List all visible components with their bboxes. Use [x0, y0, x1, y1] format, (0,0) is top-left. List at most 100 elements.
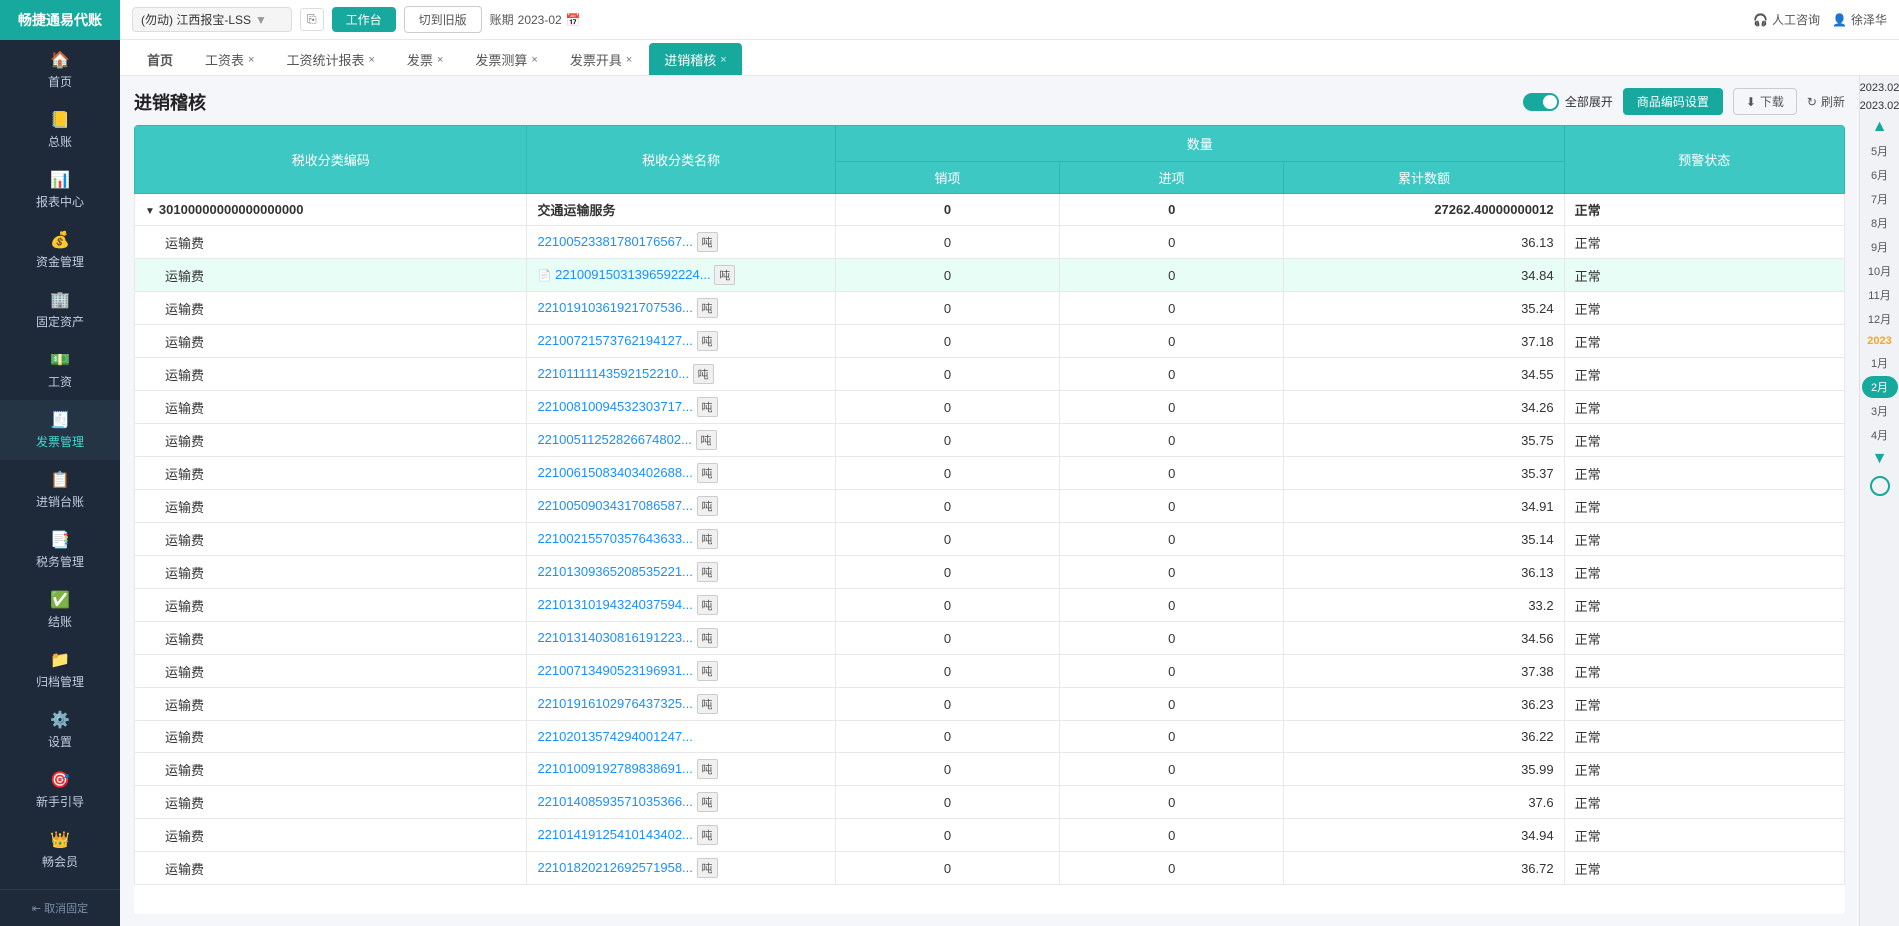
item-cumulative-cell: 34.84 — [1284, 259, 1564, 292]
item-purchase-cell: 0 — [1060, 556, 1284, 589]
item-status-cell: 正常 — [1564, 589, 1844, 622]
table-row[interactable]: 运输费 22101309365208535221... 吨 0 0 36.13 … — [135, 556, 1845, 589]
table-row[interactable]: 运输费 22102013574294001247... 0 0 36.22 正常 — [135, 721, 1845, 753]
panel-month-4[interactable]: 4月 — [1862, 424, 1898, 446]
sidebar-item-purchase-sales[interactable]: 📋 进销台账 — [0, 460, 120, 520]
sidebar-item-home[interactable]: 🏠 首页 — [0, 40, 120, 100]
item-cumulative-cell: 34.94 — [1284, 819, 1564, 852]
company-selector[interactable]: (勿动) 江西报宝-LSS ▼ — [132, 7, 292, 32]
support-link[interactable]: 🎧 人工咨询 — [1753, 11, 1820, 28]
sidebar-item-purchase-sales-label: 进销台账 — [36, 493, 84, 510]
sidebar-item-funds-label: 资金管理 — [36, 253, 84, 270]
sidebar-item-archive-label: 归档管理 — [36, 673, 84, 690]
item-name-cell: 运输费 — [135, 358, 527, 391]
tab-purchase-sales-check-close[interactable]: × — [720, 54, 726, 66]
sidebar-item-assets[interactable]: 🏢 固定资产 — [0, 280, 120, 340]
table-row[interactable]: 运输费 22101310194324037594... 吨 0 0 33.2 正… — [135, 589, 1845, 622]
panel-month-5[interactable]: 5月 — [1862, 140, 1898, 162]
sidebar-item-invoice-mgmt[interactable]: 🧾 发票管理 — [0, 400, 120, 460]
sidebar-item-vip[interactable]: 👑 畅会员 — [0, 820, 120, 880]
item-name-cell: 运输费 — [135, 688, 527, 721]
goods-setting-button[interactable]: 商品编码设置 — [1623, 88, 1723, 115]
sidebar-item-tax[interactable]: 📑 税务管理 — [0, 520, 120, 580]
download-button[interactable]: ⬇ 下载 — [1733, 88, 1797, 115]
panel-month-6[interactable]: 6月 — [1862, 164, 1898, 186]
item-purchase-cell: 0 — [1060, 655, 1284, 688]
item-invoice-cell: 22101314030816191223... 吨 — [527, 622, 835, 655]
table-row[interactable]: 运输费 22101111143592152210... 吨 0 0 34.55 … — [135, 358, 1845, 391]
item-status-cell: 正常 — [1564, 391, 1844, 424]
tab-invoice-calc-close[interactable]: × — [531, 54, 537, 66]
tab-salary-table-close[interactable]: × — [248, 54, 254, 66]
table-row[interactable]: 运输费 22101009192789838691... 吨 0 0 35.99 … — [135, 753, 1845, 786]
sidebar-item-archive[interactable]: 📁 归档管理 — [0, 640, 120, 700]
table-row[interactable]: 运输费 22101916102976437325... 吨 0 0 36.23 … — [135, 688, 1845, 721]
item-cumulative-cell: 37.6 — [1284, 786, 1564, 819]
table-row[interactable]: 运输费 22100721573762194127... 吨 0 0 37.18 … — [135, 325, 1845, 358]
toggle-all-control[interactable]: 全部展开 — [1523, 93, 1613, 111]
tab-home[interactable]: 首页 — [132, 43, 188, 75]
panel-month-9[interactable]: 9月 — [1862, 236, 1898, 258]
table-row[interactable]: 运输费 22100810094532303717... 吨 0 0 34.26 … — [135, 391, 1845, 424]
panel-month-10[interactable]: 10月 — [1862, 260, 1898, 282]
copy-button[interactable]: ⎘ — [300, 8, 324, 31]
sidebar-item-settings[interactable]: ⚙️ 设置 — [0, 700, 120, 760]
toggle-switch[interactable] — [1523, 93, 1559, 111]
table-row[interactable]: 运输费 22101910361921707536... 吨 0 0 35.24 … — [135, 292, 1845, 325]
tab-salary-table-label: 工资表 — [205, 50, 244, 69]
table-row[interactable]: 运输费 22100713490523196931... 吨 0 0 37.38 … — [135, 655, 1845, 688]
table-row[interactable]: 运输费 22101408593571035366... 吨 0 0 37.6 正… — [135, 786, 1845, 819]
item-purchase-cell: 0 — [1060, 786, 1284, 819]
panel-circle-btn[interactable] — [1870, 476, 1890, 496]
panel-month-11[interactable]: 11月 — [1862, 284, 1898, 306]
table-row[interactable]: 运输费 📄22100915031396592224... 吨 0 0 34.84… — [135, 259, 1845, 292]
panel-month-8[interactable]: 8月 — [1862, 212, 1898, 234]
table-row[interactable]: 运输费 22101314030816191223... 吨 0 0 34.56 … — [135, 622, 1845, 655]
table-row[interactable]: 运输费 22101820212692571958... 吨 0 0 36.72 … — [135, 852, 1845, 885]
workbench-button[interactable]: 工作台 — [332, 7, 396, 32]
panel-month-12[interactable]: 12月 — [1862, 308, 1898, 330]
user-profile[interactable]: 👤 徐泽华 — [1832, 11, 1887, 28]
table-row[interactable]: 运输费 22100615083403402688... 吨 0 0 35.37 … — [135, 457, 1845, 490]
item-name-cell: 运输费 — [135, 556, 527, 589]
item-cumulative-cell: 36.22 — [1284, 721, 1564, 753]
tab-purchase-sales-check[interactable]: 进销稽核 × — [649, 43, 741, 75]
table-row[interactable]: 运输费 22100509034317086587... 吨 0 0 34.91 … — [135, 490, 1845, 523]
sidebar-item-salary[interactable]: 💵 工资 — [0, 340, 120, 400]
panel-month-1[interactable]: 1月 — [1862, 352, 1898, 374]
sidebar-item-closing[interactable]: ✅ 结账 — [0, 580, 120, 640]
item-status-cell: 正常 — [1564, 226, 1844, 259]
tab-invoice-open[interactable]: 发票开具 × — [555, 43, 647, 75]
panel-nav-up[interactable]: ▲ — [1870, 116, 1890, 138]
item-status-cell: 正常 — [1564, 819, 1844, 852]
panel-nav-down[interactable]: ▼ — [1870, 448, 1890, 470]
tab-salary-stats-close[interactable]: × — [368, 54, 374, 66]
table-row[interactable]: 运输费 22100511252826674802... 吨 0 0 35.75 … — [135, 424, 1845, 457]
table-row[interactable]: ▼30100000000000000000 交通运输服务 0 0 27262.4… — [135, 194, 1845, 226]
panel-month-2[interactable]: 2月 — [1862, 376, 1898, 398]
tab-invoice[interactable]: 发票 × — [392, 43, 458, 75]
table-row[interactable]: 运输费 22101419125410143402... 吨 0 0 34.94 … — [135, 819, 1845, 852]
tab-invoice-open-close[interactable]: × — [626, 54, 632, 66]
table-row[interactable]: 运输费 22100523381780176567... 吨 0 0 36.13 … — [135, 226, 1845, 259]
switch-version-button[interactable]: 切到旧版 — [404, 6, 482, 33]
unit-tag: 吨 — [697, 232, 718, 252]
sidebar-item-reports[interactable]: 📊 报表中心 — [0, 160, 120, 220]
sidebar-item-funds[interactable]: 💰 资金管理 — [0, 220, 120, 280]
item-cumulative-cell: 36.23 — [1284, 688, 1564, 721]
item-purchase-cell: 0 — [1060, 622, 1284, 655]
refresh-button[interactable]: ↻ 刷新 — [1807, 93, 1845, 110]
tab-invoice-calc[interactable]: 发票测算 × — [460, 43, 552, 75]
period-selector[interactable]: 账期 2023-02 📅 — [490, 11, 581, 28]
tab-invoice-close[interactable]: × — [437, 54, 443, 66]
tab-salary-stats[interactable]: 工资统计报表 × — [271, 43, 389, 75]
unpin-button[interactable]: ⇤ 取消固定 — [0, 889, 120, 926]
panel-month-3[interactable]: 3月 — [1862, 400, 1898, 422]
table-row[interactable]: 运输费 22100215570357643633... 吨 0 0 35.14 … — [135, 523, 1845, 556]
sidebar-item-guide[interactable]: 🎯 新手引导 — [0, 760, 120, 820]
panel-month-7[interactable]: 7月 — [1862, 188, 1898, 210]
col-tax-code: 税收分类编码 — [135, 126, 527, 194]
unit-tag: 吨 — [697, 463, 718, 483]
sidebar-item-ledger[interactable]: 📒 总账 — [0, 100, 120, 160]
tab-salary-table[interactable]: 工资表 × — [190, 43, 269, 75]
